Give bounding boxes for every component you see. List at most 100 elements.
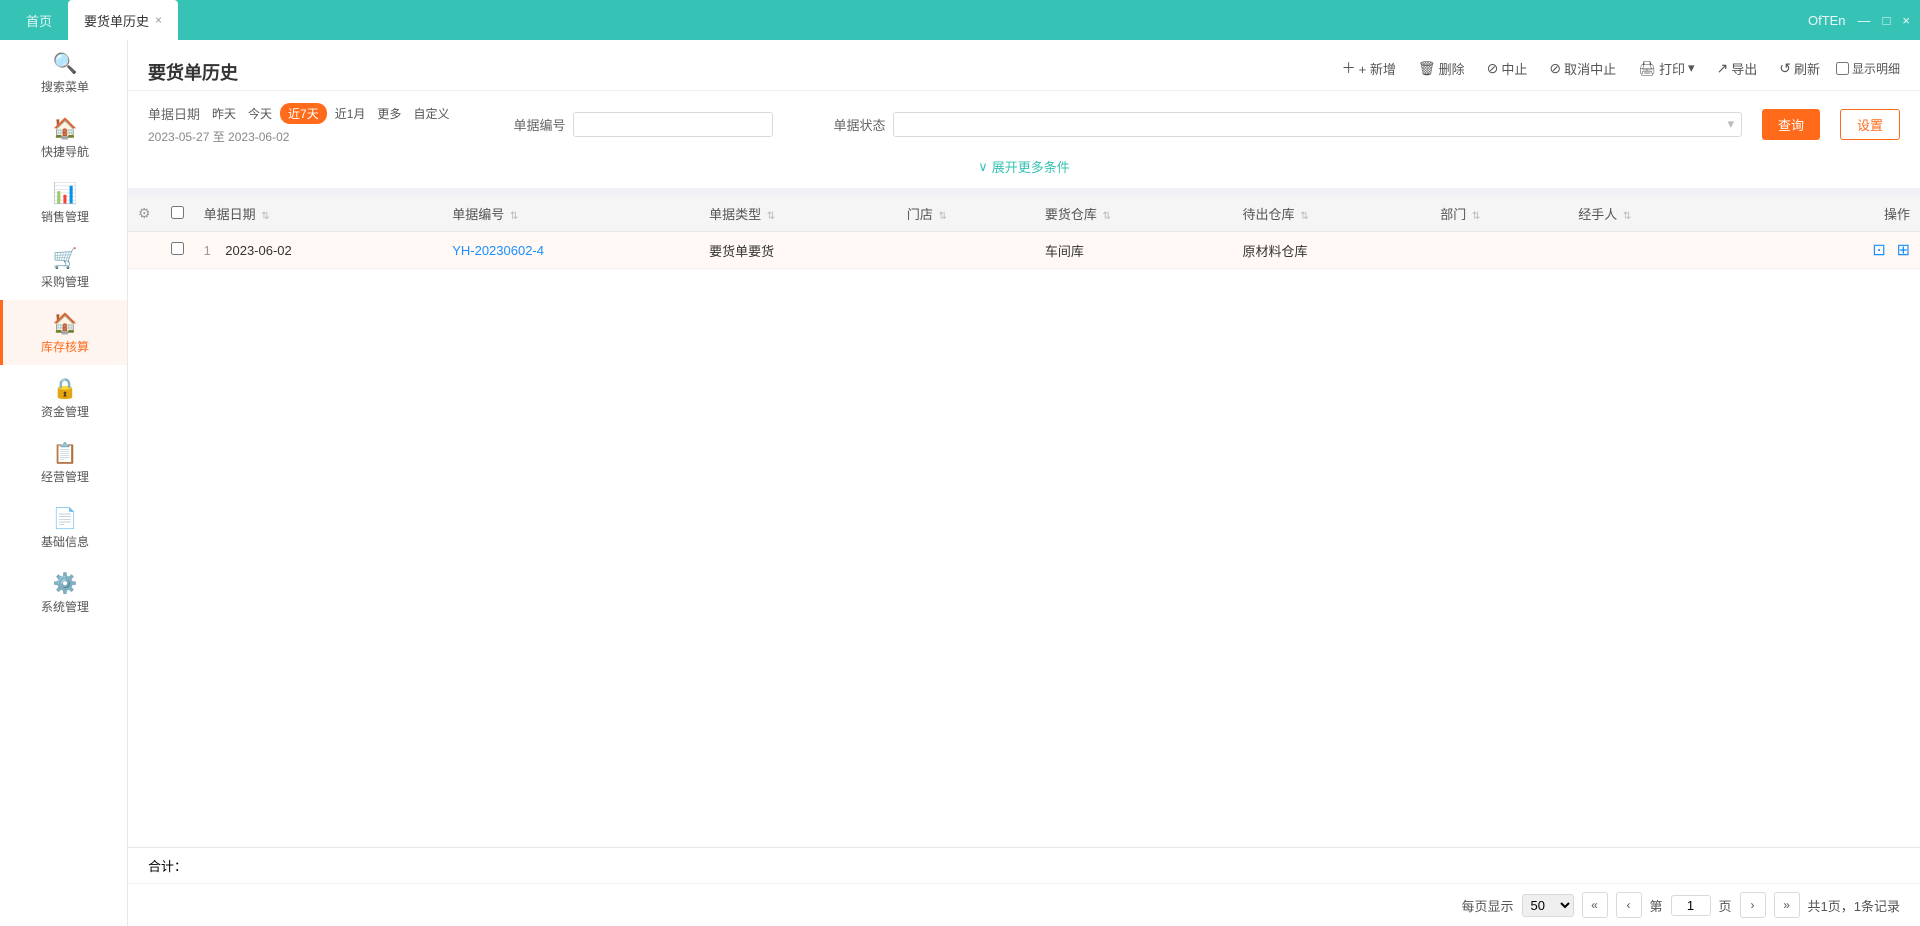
page-number-input[interactable] (1671, 895, 1711, 916)
sidebar-item-search-menu[interactable]: 🔍 搜索菜单 (0, 40, 127, 105)
date-btn-group: 昨天 今天 近7天 近1月 更多 自定义 (208, 103, 453, 124)
page-size-select[interactable]: 10 20 50 100 (1522, 894, 1574, 917)
cancel-stop-button[interactable]: ⊘ 取消中止 (1543, 55, 1622, 82)
th-req-warehouse[interactable]: 要货仓库 ⇅ (1035, 196, 1233, 232)
date-range-display: 2023-05-27 至 2023-06-02 (148, 128, 453, 145)
page-prev-button[interactable]: ‹ (1616, 892, 1642, 918)
purchase-icon: 🛒 (53, 249, 78, 269)
sidebar-label-quick-nav: 快捷导航 (41, 143, 89, 160)
main-layout: 🔍 搜索菜单 🏠 快捷导航 📊 销售管理 🛒 采购管理 🏠 库存核算 🔒 资金管… (0, 40, 1920, 926)
row-number: 1 (204, 243, 211, 258)
row-more-icon[interactable]: ⊞ (1897, 242, 1910, 259)
page-last-button[interactable]: » (1774, 892, 1800, 918)
doc-number-label: 单据编号 (513, 115, 565, 134)
status-label: 单据状态 (833, 115, 885, 134)
select-all-checkbox[interactable] (171, 206, 184, 219)
th-req-warehouse-label: 要货仓库 (1045, 207, 1097, 222)
page-label-before: 第 (1650, 896, 1663, 915)
date-btn-yesterday[interactable]: 昨天 (208, 103, 240, 124)
date-btn-7days[interactable]: 近7天 (280, 103, 327, 124)
top-bar-right: OfTEn — □ × (1808, 13, 1910, 28)
th-doc-date[interactable]: 单据日期 ⇅ (194, 196, 443, 232)
tab-requisition-history[interactable]: 要货单历史 × (68, 0, 178, 40)
th-department[interactable]: 部门 ⇅ (1430, 196, 1568, 232)
sidebar-item-purchase[interactable]: 🛒 采购管理 (0, 235, 127, 300)
td-doc-type-value: 要货单要货 (709, 244, 774, 259)
td-settings (128, 232, 161, 269)
new-button[interactable]: ＋ + 新增 (1336, 54, 1402, 82)
th-settings: ⚙ (128, 196, 161, 232)
data-table: ⚙ 单据日期 ⇅ 单据编号 ⇅ (128, 196, 1920, 269)
filter-row-1: 单据日期 昨天 今天 近7天 近1月 更多 自定义 2023-05-27 至 2… (148, 103, 1900, 145)
date-btn-more[interactable]: 更多 (373, 103, 405, 124)
td-pending-warehouse: 原材料仓库 (1233, 232, 1431, 269)
print-icon: 🖨 (1638, 60, 1656, 77)
doc-number-link[interactable]: YH-20230602-4 (452, 243, 544, 258)
delete-button[interactable]: 🗑 删除 (1412, 55, 1471, 82)
sidebar-item-basic-info[interactable]: 📄 基础信息 (0, 495, 127, 560)
sidebar-label-sales: 销售管理 (41, 208, 89, 225)
display-detail-button[interactable]: 显示明细 (1836, 60, 1900, 77)
cancel-stop-label: 取消中止 (1564, 59, 1616, 78)
tab-close-icon[interactable]: × (155, 13, 162, 27)
date-btn-1month[interactable]: 近1月 (331, 103, 370, 124)
refresh-button[interactable]: ↺ 刷新 (1773, 55, 1826, 82)
tab-home[interactable]: 首页 (10, 0, 68, 40)
print-button[interactable]: 🖨 打印 ▾ (1632, 55, 1700, 82)
table-row: 1 2023-06-02 YH-20230602-4 要货单要货 (128, 232, 1920, 269)
table-settings-icon[interactable]: ⚙ (138, 205, 151, 221)
often-label: OfTEn (1808, 13, 1846, 28)
date-filter-label: 单据日期 (148, 104, 200, 123)
th-store[interactable]: 门店 ⇅ (897, 196, 1035, 232)
top-bar: 首页 要货单历史 × OfTEn — □ × (0, 0, 1920, 40)
th-doc-number[interactable]: 单据编号 ⇅ (442, 196, 699, 232)
sidebar-item-sales[interactable]: 📊 销售管理 (0, 170, 127, 235)
quick-nav-icon: 🏠 (53, 119, 78, 139)
settings-button[interactable]: 设置 (1840, 109, 1900, 140)
th-doc-type[interactable]: 单据类型 ⇅ (699, 196, 897, 232)
sidebar-item-inventory[interactable]: 🏠 库存核算 (0, 300, 127, 365)
sidebar-item-operations[interactable]: 📋 经营管理 (0, 430, 127, 495)
window-close-icon[interactable]: × (1902, 13, 1910, 28)
th-handler[interactable]: 经手人 ⇅ (1568, 196, 1736, 232)
toolbar: ＋ + 新增 🗑 删除 ⊘ 中止 ⊘ 取消中止 🖨 打印 (1336, 54, 1900, 90)
sales-icon: 📊 (53, 184, 78, 204)
date-btn-today[interactable]: 今天 (244, 103, 276, 124)
page-first-button[interactable]: « (1582, 892, 1608, 918)
td-pending-warehouse-value: 原材料仓库 (1243, 244, 1308, 259)
expand-icon: ∨ (978, 159, 988, 175)
window-maximize-icon[interactable]: □ (1883, 13, 1891, 28)
refresh-label: 刷新 (1794, 59, 1820, 78)
finance-icon: 🔒 (53, 379, 78, 399)
page-title: 要货单历史 (148, 59, 238, 85)
td-checkbox (161, 232, 194, 269)
content-area: 要货单历史 ＋ + 新增 🗑 删除 ⊘ 中止 ⊘ 取消中止 (128, 40, 1920, 926)
th-doc-number-label: 单据编号 (452, 207, 504, 222)
sort-icon-pending-warehouse: ⇅ (1300, 211, 1308, 222)
status-select[interactable] (893, 112, 1741, 137)
stop-button[interactable]: ⊘ 中止 (1481, 55, 1534, 82)
th-handler-label: 经手人 (1578, 207, 1617, 222)
sidebar-item-finance[interactable]: 🔒 资金管理 (0, 365, 127, 430)
page-next-button[interactable]: › (1740, 892, 1766, 918)
sidebar-item-quick-nav[interactable]: 🏠 快捷导航 (0, 105, 127, 170)
row-edit-icon[interactable]: ⊡ (1872, 242, 1885, 259)
date-filter: 单据日期 昨天 今天 近7天 近1月 更多 自定义 2023-05-27 至 2… (148, 103, 453, 145)
row-checkbox[interactable] (171, 242, 184, 255)
sidebar-item-system[interactable]: ⚙️ 系统管理 (0, 560, 127, 625)
window-minimize-icon[interactable]: — (1858, 13, 1871, 28)
td-handler (1568, 232, 1736, 269)
search-menu-icon: 🔍 (53, 54, 78, 74)
date-btn-custom[interactable]: 自定义 (409, 103, 453, 124)
doc-number-input[interactable] (573, 112, 773, 137)
export-button[interactable]: ↗ 导出 (1710, 55, 1763, 82)
search-button[interactable]: 查询 (1762, 109, 1820, 140)
tab-bar: 首页 要货单历史 × (10, 0, 1808, 40)
expand-more-button[interactable]: ∨ 展开更多条件 (148, 153, 1900, 176)
sidebar-label-purchase: 采购管理 (41, 273, 89, 290)
display-detail-checkbox[interactable] (1836, 62, 1849, 75)
new-icon: ＋ (1342, 58, 1356, 78)
th-pending-warehouse[interactable]: 待出仓库 ⇅ (1233, 196, 1431, 232)
status-filter: 单据状态 (833, 112, 1742, 137)
th-pending-warehouse-label: 待出仓库 (1243, 207, 1295, 222)
